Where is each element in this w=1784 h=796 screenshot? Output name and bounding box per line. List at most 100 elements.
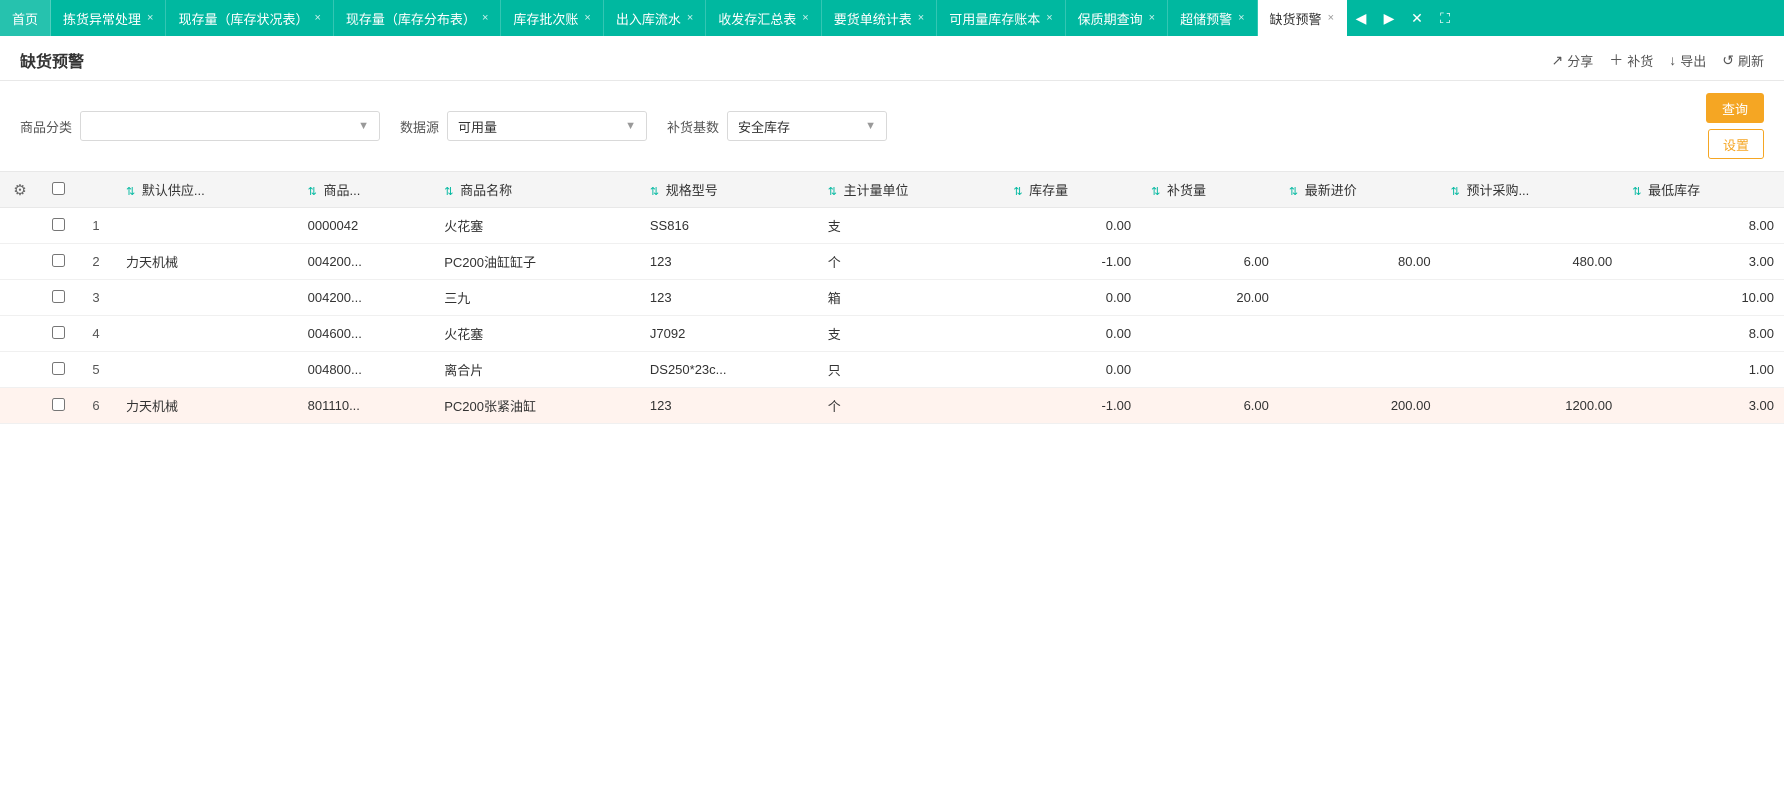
tab-next-btn[interactable]: ▶ [1375,0,1403,36]
tab-close-inventory-dist[interactable]: × [482,12,488,24]
tab-expiry[interactable]: 保质期查询 × [1066,0,1168,36]
column-estimated-purchase[interactable]: ⇅ 预计采购... [1441,172,1623,208]
tab-close-shortage[interactable]: × [1328,12,1334,24]
cell-unit: 箱 [818,280,1004,316]
cell-latest-price [1279,352,1441,388]
replenish-base-select[interactable]: 安全库存 ▼ [727,111,887,141]
tab-close-expiry[interactable]: × [1149,12,1155,24]
datasource-filter-group: 数据源 可用量 ▼ [400,111,647,141]
cell-default-supplier [116,352,298,388]
tab-inventory-status[interactable]: 现存量（库存状况表） × [166,0,333,36]
tab-prev-btn[interactable]: ◀ [1347,0,1375,36]
tab-inout-flow[interactable]: 出入库流水 × [604,0,706,36]
column-unit[interactable]: ⇅ 主计量单位 [818,172,1004,208]
cell-min-stock: 10.00 [1622,280,1784,316]
datasource-select-text: 可用量 [458,117,617,136]
select-all-checkbox[interactable] [52,182,65,195]
column-latest-price[interactable]: ⇅ 最新进价 [1279,172,1441,208]
row-checkbox-5[interactable] [52,398,65,411]
cell-replenish-qty [1141,208,1279,244]
cell-product-name: 火花塞 [434,208,640,244]
cell-product-code: 004600... [298,316,435,352]
column-default-supplier[interactable]: ⇅ 默认供应... [116,172,298,208]
column-gear[interactable]: ⚙ [0,172,40,208]
cell-product-code: 004800... [298,352,435,388]
datasource-select[interactable]: 可用量 ▼ [447,111,647,141]
tab-close-available-ledger[interactable]: × [1046,12,1052,24]
sort-icon-name: ⇅ [444,186,453,198]
table-row: 5 004800... 离合片 DS250*23c... 只 0.00 1.00 [0,352,1784,388]
tab-close-inout-flow[interactable]: × [687,12,693,24]
tab-overstock[interactable]: 超储预警 × [1168,0,1257,36]
category-select[interactable]: ▼ [80,111,380,141]
tab-fullscreen-btn[interactable]: ⛶ [1431,0,1459,36]
cell-replenish-qty [1141,316,1279,352]
export-button[interactable]: ↓ 导出 [1669,51,1706,70]
row-checkbox-0[interactable] [52,218,65,231]
column-product-code[interactable]: ⇅ 商品... [298,172,435,208]
refresh-icon: ↺ [1722,52,1734,69]
row-gear-cell [0,388,40,424]
tab-collect-summary[interactable]: 收发存汇总表 × [706,0,821,36]
cell-default-supplier: 力天机械 [116,244,298,280]
cell-default-supplier [116,280,298,316]
column-min-stock[interactable]: ⇅ 最低库存 [1622,172,1784,208]
cell-stock-qty: 0.00 [1003,280,1141,316]
tab-close-inventory-status[interactable]: × [314,12,320,24]
column-stock-qty[interactable]: ⇅ 库存量 [1003,172,1141,208]
cell-stock-qty: 0.00 [1003,352,1141,388]
category-label: 商品分类 [20,117,72,136]
replenish-base-chevron-down-icon: ▼ [865,120,876,132]
cell-default-supplier [116,208,298,244]
cell-replenish-qty: 20.00 [1141,280,1279,316]
row-number: 1 [76,208,116,244]
row-gear-cell [0,280,40,316]
cell-product-name: 离合片 [434,352,640,388]
row-number: 4 [76,316,116,352]
column-spec[interactable]: ⇅ 规格型号 [640,172,818,208]
refresh-button[interactable]: ↺ 刷新 [1722,51,1764,70]
table-row: 3 004200... 三九 123 箱 0.00 20.00 10.00 [0,280,1784,316]
tab-close-batch[interactable]: × [584,12,590,24]
row-checkbox-1[interactable] [52,254,65,267]
replenish-button[interactable]: ＋ 补货 [1609,50,1653,70]
table-row: 6 力天机械 801110... PC200张紧油缸 123 个 -1.00 6… [0,388,1784,424]
cell-latest-price [1279,208,1441,244]
row-checkbox-2[interactable] [52,290,65,303]
settings-button[interactable]: 设置 [1708,129,1764,159]
tab-close-all-btn[interactable]: ✕ [1403,0,1431,36]
row-number: 3 [76,280,116,316]
row-checkbox-3[interactable] [52,326,65,339]
cell-stock-qty: 0.00 [1003,208,1141,244]
tab-home[interactable]: 首页 [0,0,51,36]
cell-min-stock: 8.00 [1622,208,1784,244]
cell-stock-qty: 0.00 [1003,316,1141,352]
cell-estimated-purchase: 1200.00 [1441,388,1623,424]
cell-product-name: PC200油缸缸子 [434,244,640,280]
gear-icon[interactable]: ⚙ [13,182,26,199]
cell-stock-qty: -1.00 [1003,244,1141,280]
cell-replenish-qty: 6.00 [1141,388,1279,424]
tab-close-abnormal[interactable]: × [147,12,153,24]
row-checkbox-4[interactable] [52,362,65,375]
query-button[interactable]: 查询 [1706,93,1764,123]
column-replenish-qty[interactable]: ⇅ 补货量 [1141,172,1279,208]
tab-shortage[interactable]: 缺货预警 × [1258,0,1347,36]
tab-close-collect-summary[interactable]: × [802,12,808,24]
cell-latest-price: 200.00 [1279,388,1441,424]
tab-inventory-dist[interactable]: 现存量（库存分布表） × [334,0,501,36]
tab-close-order-stats[interactable]: × [918,12,924,24]
shortage-table: ⚙ ⇅ 默认供应... ⇅ 商品... ⇅ [0,171,1784,424]
cell-stock-qty: -1.00 [1003,388,1141,424]
column-product-name[interactable]: ⇅ 商品名称 [434,172,640,208]
tab-order-stats[interactable]: 要货单统计表 × [822,0,937,36]
cell-estimated-purchase [1441,280,1623,316]
tab-available-ledger[interactable]: 可用量库存账本 × [937,0,1065,36]
tab-close-overstock[interactable]: × [1238,12,1244,24]
tab-batch[interactable]: 库存批次账 × [501,0,603,36]
cell-default-supplier: 力天机械 [116,388,298,424]
share-button[interactable]: ↗ 分享 [1551,51,1593,70]
tab-abnormal[interactable]: 拣货异常处理 × [51,0,166,36]
row-checkbox-cell [40,316,76,352]
sort-icon-price: ⇅ [1289,186,1298,198]
